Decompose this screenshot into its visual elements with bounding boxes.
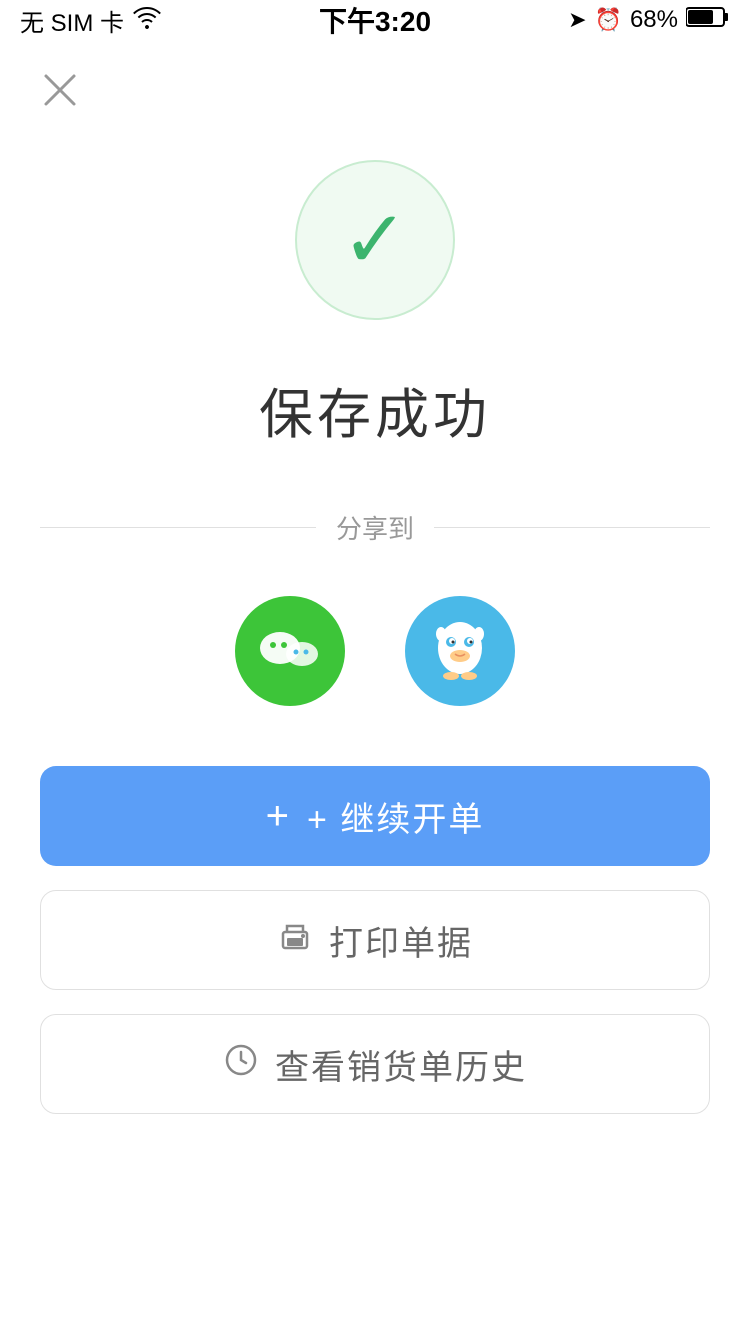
history-icon	[223, 1042, 259, 1086]
print-icon	[277, 918, 313, 962]
no-sim-text: 无 SIM 卡	[20, 3, 124, 38]
share-icons	[40, 596, 710, 706]
status-time: 下午3:20	[319, 0, 431, 40]
print-button[interactable]: 打印单据	[40, 890, 710, 990]
close-button[interactable]	[30, 60, 90, 120]
battery-percent: 68%	[630, 6, 678, 34]
continue-order-label: + 继续开单	[307, 792, 484, 841]
success-circle: ✓	[295, 160, 455, 320]
plus-icon: +	[266, 794, 291, 839]
checkmark-icon: ✓	[341, 200, 408, 280]
alarm-icon: ⏰	[595, 7, 622, 33]
share-divider: 分享到	[40, 509, 710, 546]
continue-order-button[interactable]: + + 继续开单	[40, 766, 710, 866]
qq-share-button[interactable]	[405, 596, 515, 706]
wechat-share-button[interactable]	[235, 596, 345, 706]
share-section: 分享到	[40, 509, 710, 706]
action-buttons: + + 继续开单 打印单据 查看销货单历	[40, 766, 710, 1114]
success-title: 保存成功	[259, 370, 491, 449]
wifi-icon	[132, 5, 162, 36]
status-left: 无 SIM 卡	[20, 3, 162, 38]
print-label: 打印单据	[329, 916, 473, 965]
battery-icon	[686, 6, 730, 35]
status-bar: 无 SIM 卡 下午3:20 ➤ ⏰ 68%	[0, 0, 750, 40]
history-button[interactable]: 查看销货单历史	[40, 1014, 710, 1114]
share-label: 分享到	[336, 509, 414, 546]
status-right: ➤ ⏰ 68%	[568, 6, 730, 35]
history-label: 查看销货单历史	[275, 1040, 527, 1089]
location-icon: ➤	[568, 7, 586, 33]
main-content: ✓ 保存成功 分享到	[0, 140, 750, 1334]
